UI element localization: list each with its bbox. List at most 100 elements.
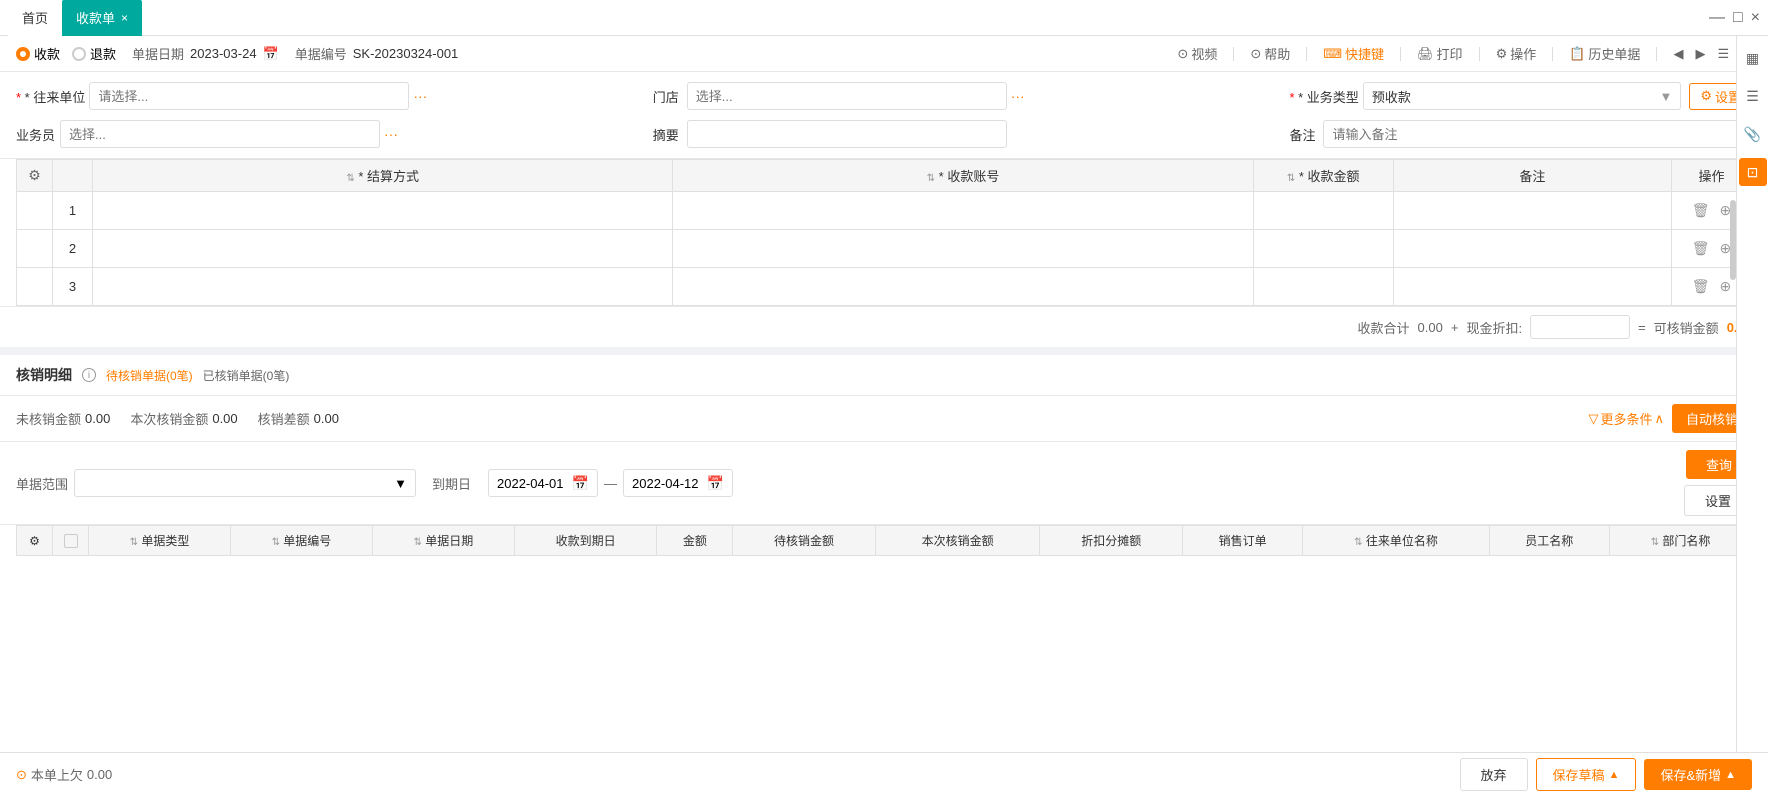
detail-current-col: 本次核销金额: [875, 526, 1040, 556]
range-select[interactable]: ▼: [74, 469, 416, 497]
detail-check-col: [53, 526, 89, 556]
row1-account[interactable]: [673, 192, 1253, 230]
bottom-info-value: 0.00: [87, 767, 112, 782]
calendar-from-icon: 📅: [572, 475, 589, 492]
row2-remarks[interactable]: [1393, 230, 1671, 268]
account-col-header: ⇅ * 收款账号: [673, 160, 1253, 192]
row2-delete-btn[interactable]: 🗑: [1690, 238, 1712, 259]
row3-delete-btn[interactable]: 🗑: [1690, 276, 1712, 297]
nav-prev-icon[interactable]: ◀: [1673, 46, 1683, 62]
tab-home[interactable]: 首页: [8, 0, 62, 36]
detail-table: ⚙ ⇅ 单据类型 ⇅ 单据编号 ⇅ 单据日期 收款到期日 金额 待核销金额 本次…: [16, 525, 1752, 556]
window-close-icon[interactable]: ×: [1751, 9, 1760, 27]
sidebar-expand-icon[interactable]: ⊡: [1739, 158, 1767, 186]
detail-counterpart-col: ⇅ 往来单位名称: [1303, 526, 1489, 556]
staff-label: 业务员: [16, 125, 56, 144]
staff-input[interactable]: [60, 120, 380, 148]
collect-total-label: 收款合计: [1358, 318, 1410, 337]
row3-settlement[interactable]: [93, 268, 673, 306]
layout-icon[interactable]: ☰: [1717, 46, 1729, 62]
store-label: 门店: [653, 87, 683, 106]
radio-refund[interactable]: 退款: [72, 44, 116, 63]
detail-staff-col: 员工名称: [1489, 526, 1609, 556]
done-link[interactable]: 已核销单据(0笔): [203, 367, 290, 384]
row1-amount[interactable]: [1253, 192, 1393, 230]
gear-icon: ⚙: [28, 167, 41, 183]
select-all-checkbox[interactable]: [64, 534, 78, 548]
print-btn[interactable]: 🖨 打印: [1417, 44, 1463, 63]
top-nav: 首页 收款单 × — □ ×: [0, 0, 1768, 36]
discard-button[interactable]: 放弃: [1460, 758, 1528, 791]
row3-amount[interactable]: [1253, 268, 1393, 306]
row3-remarks[interactable]: [1393, 268, 1671, 306]
counterpart-label: * * 往来单位: [16, 87, 85, 106]
row1-settlement[interactable]: [93, 192, 673, 230]
form-fields: * * 往来单位 ··· 门店 ··· * * 业务类型 预收款 ▼ ⚙: [0, 72, 1768, 159]
row2-account[interactable]: [673, 230, 1253, 268]
row2-amount[interactable]: [1253, 230, 1393, 268]
table-row: 3 🗑 ⊕: [17, 268, 1752, 306]
row1-remarks[interactable]: [1393, 192, 1671, 230]
business-type-select[interactable]: 预收款 ▼: [1363, 82, 1682, 110]
operations-btn[interactable]: ⚙ 操作: [1496, 44, 1537, 63]
unverified-stat: 未核销金额 0.00: [16, 409, 110, 428]
summary-input[interactable]: [687, 120, 1007, 148]
info-icon[interactable]: i: [82, 368, 96, 382]
row3-no: 3: [53, 268, 93, 306]
more-conditions-btn[interactable]: ▽ 更多条件 ∧: [1588, 409, 1664, 428]
help-btn[interactable]: ⊙ 帮助: [1250, 44, 1290, 63]
diff-stat: 核销差额 0.00: [258, 409, 339, 428]
row1-no: 1: [53, 192, 93, 230]
sort-icon[interactable]: ⇅: [346, 173, 354, 184]
radio-collect[interactable]: 收款: [16, 44, 60, 63]
draft-arrow-icon: ▲: [1609, 769, 1620, 781]
sidebar-attachment-icon[interactable]: 📎: [1739, 120, 1767, 148]
sort-icon3[interactable]: ⇅: [1287, 173, 1295, 184]
date-from-input[interactable]: 2022-04-01 📅: [488, 469, 598, 497]
range-dropdown-icon: ▼: [394, 476, 407, 491]
row3-account[interactable]: [673, 268, 1253, 306]
video-btn[interactable]: ⊙ 视频: [1177, 44, 1217, 63]
draft-button[interactable]: 保存草稿 ▲: [1536, 758, 1637, 791]
current-stat: 本次核销金额 0.00: [130, 409, 237, 428]
counterpart-input[interactable]: [89, 82, 409, 110]
plus-sign: +: [1451, 320, 1459, 335]
window-maximize-icon[interactable]: □: [1733, 9, 1743, 27]
current-value: 0.00: [212, 411, 237, 426]
staff-more-icon[interactable]: ···: [384, 126, 398, 142]
calendar-icon[interactable]: 📅: [263, 46, 279, 62]
staff-group: 业务员 ···: [16, 120, 633, 148]
radio-active-indicator: [16, 47, 30, 61]
row1-delete-btn[interactable]: 🗑: [1690, 200, 1712, 221]
discount-label: 现金折扣:: [1466, 318, 1522, 337]
gear-col-header[interactable]: ⚙: [17, 160, 53, 192]
detail-pending-col: 待核销金额: [733, 526, 876, 556]
store-group: 门店 ···: [653, 82, 1270, 110]
shortcut-btn[interactable]: ⌨ 快捷键: [1323, 44, 1384, 63]
section-divider: [0, 347, 1768, 355]
sort-icon2[interactable]: ⇅: [927, 173, 935, 184]
counterpart-more-icon[interactable]: ···: [413, 88, 427, 104]
divider2: [1306, 47, 1307, 61]
tab-current[interactable]: 收款单 ×: [62, 0, 142, 36]
remarks-input[interactable]: [1323, 120, 1752, 148]
window-minimize-icon[interactable]: —: [1709, 9, 1725, 27]
right-sidebar: ▦ ☰ 📎 ⊡: [1736, 36, 1768, 752]
sidebar-table-icon[interactable]: ▦: [1739, 44, 1767, 72]
tab-close-icon[interactable]: ×: [121, 11, 128, 25]
save-button[interactable]: 保存&新增 ▲: [1644, 759, 1752, 790]
sidebar-list-icon[interactable]: ☰: [1739, 82, 1767, 110]
number-field: 单据编号 SK-20230324-001: [295, 44, 459, 63]
detail-date-col: ⇅ 单据日期: [372, 526, 514, 556]
history-btn[interactable]: 📋 历史单据: [1569, 44, 1640, 63]
date-to-input[interactable]: 2022-04-12 📅: [623, 469, 733, 497]
main-area: 收款 退款 单据日期 2023-03-24 📅 单据编号 SK-20230324…: [0, 36, 1768, 796]
discount-input[interactable]: [1530, 315, 1630, 339]
detail-gear-col[interactable]: ⚙: [17, 526, 53, 556]
store-input[interactable]: [687, 82, 1007, 110]
nav-next-icon[interactable]: ▶: [1695, 46, 1705, 62]
radio-inactive-indicator: [72, 47, 86, 61]
pending-link[interactable]: 待核销单据(0笔): [106, 367, 193, 384]
row2-settlement[interactable]: [93, 230, 673, 268]
store-more-icon[interactable]: ···: [1011, 88, 1025, 104]
